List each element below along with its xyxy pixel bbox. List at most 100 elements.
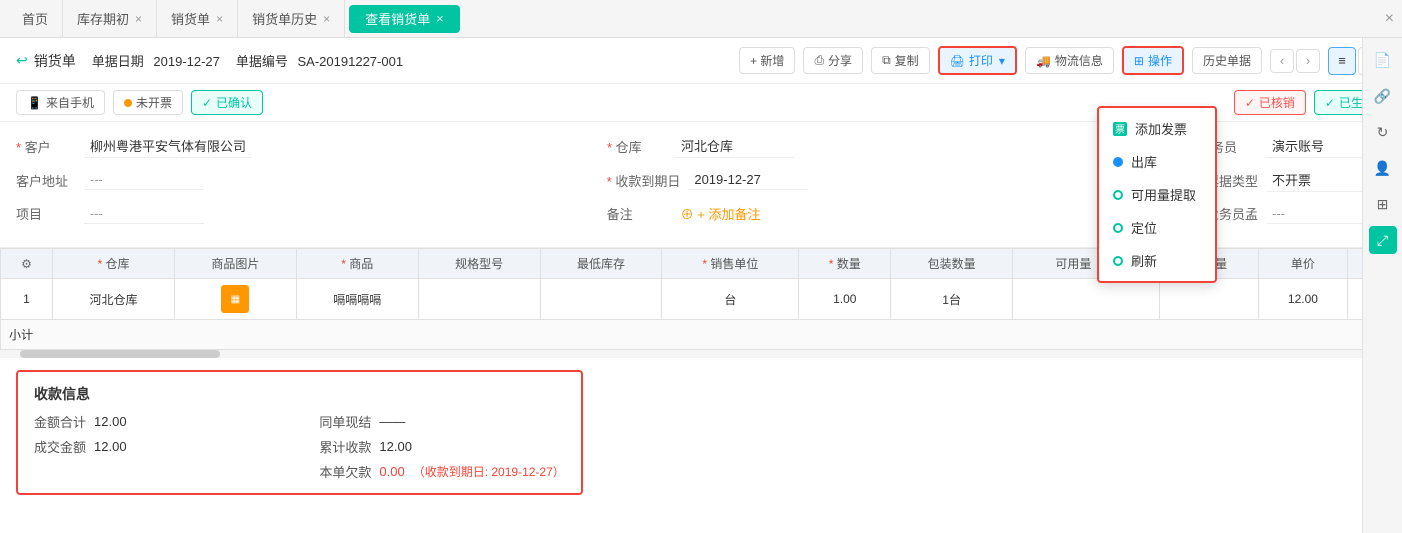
tab-home[interactable]: 首页 <box>8 0 63 38</box>
sales-staff-field: 业务员孟 --- <box>1197 204 1386 224</box>
row-index: 1 <box>1 279 53 320</box>
col-gear[interactable]: ⚙ <box>1 249 53 279</box>
sidebar-file-icon[interactable]: 📄 <box>1369 46 1397 74</box>
out-warehouse-icon <box>1113 157 1123 167</box>
from-phone-button[interactable]: 📱 来自手机 <box>16 90 105 115</box>
due-date-value[interactable]: 2019-12-27 <box>688 170 808 190</box>
tab-inventory-init-close[interactable]: × <box>135 12 142 26</box>
list-view-button[interactable]: ≡ <box>1328 47 1356 75</box>
row-price: 12.00 <box>1259 279 1347 320</box>
copy-icon: ⧉ <box>882 53 891 68</box>
tab-inventory-init-label: 库存期初 <box>77 9 129 28</box>
tab-sales-order-close[interactable]: × <box>216 12 223 26</box>
menu-available-pickup[interactable]: 可用量提取 <box>1099 178 1215 211</box>
project-value[interactable]: --- <box>84 204 204 224</box>
operation-dropdown: 票 添加发票 出库 可用量提取 定位 刷新 <box>1097 106 1217 283</box>
scrollbar-thumb[interactable] <box>20 350 220 358</box>
nav-arrows: ‹ › <box>1270 49 1320 73</box>
refresh-label: 刷新 <box>1131 251 1157 270</box>
share-button[interactable]: ⎙ 分享 <box>803 47 863 74</box>
payment-transaction-row: 成交金额 12.00 <box>34 437 279 456</box>
history-button[interactable]: 历史单据 <box>1192 47 1262 74</box>
logistics-icon: 🚚 <box>1036 54 1051 68</box>
phone-icon: 📱 <box>27 96 42 110</box>
from-phone-label: 来自手机 <box>46 94 94 111</box>
available-pickup-icon <box>1113 190 1123 200</box>
sidebar-link-icon[interactable]: 🔗 <box>1369 82 1397 110</box>
tab-check-sales-close[interactable]: × <box>436 11 444 26</box>
sidebar-user-icon[interactable]: 👤 <box>1369 154 1397 182</box>
doc-date-value: 2019-12-27 <box>153 54 220 69</box>
sidebar-rotate-icon[interactable]: ↻ <box>1369 118 1397 146</box>
tab-sales-history-close[interactable]: × <box>323 12 330 26</box>
payment-grid: 金额合计 12.00 同单现结 —— 成交金额 12.00 累计收款 12.00 <box>34 412 565 481</box>
share-icon: ⎙ <box>814 53 824 68</box>
menu-locate[interactable]: 定位 <box>1099 211 1215 244</box>
note-add-label: + 添加备注 <box>697 207 760 222</box>
print-label: 打印 <box>969 52 993 69</box>
warehouse-value[interactable]: 河北仓库 <box>675 134 795 158</box>
table-row: 1 河北仓库 ▦ 嗝嗝嗝嗝 台 1.00 1台 12.00 <box>1 279 1402 320</box>
warehouse-label: 仓库 <box>607 137 667 156</box>
menu-refresh[interactable]: 刷新 <box>1099 244 1215 277</box>
refresh-icon <box>1113 256 1123 266</box>
horizontal-scrollbar[interactable] <box>0 350 1402 358</box>
payment-box: 收款信息 金额合计 12.00 同单现结 —— 成交金额 12.00 <box>16 370 583 495</box>
col-spec: 规格型号 <box>418 249 540 279</box>
doc-header: ↩ 销货单 单据日期 2019-12-27 单据编号 SA-20191227-0… <box>0 38 1402 84</box>
tab-check-sales[interactable]: 查看销货单 × <box>349 5 460 33</box>
doc-actions: + 新增 ⎙ 分享 ⧉ 复制 🖨 打印 ▾ 🚚 物流信息 <box>739 46 1386 75</box>
row-available <box>1013 279 1160 320</box>
confirmed-badge: ✓ 已确认 <box>191 90 263 115</box>
customer-label: 客户 <box>16 137 76 156</box>
row-product: 嗝嗝嗝嗝 <box>296 279 418 320</box>
tab-inventory-init[interactable]: 库存期初 × <box>63 0 157 38</box>
address-field: 客户地址 --- <box>16 170 607 190</box>
sold-badge: ✓ 已核销 <box>1234 90 1306 115</box>
operation-icon: ⊞ <box>1134 54 1144 68</box>
sidebar-table-icon[interactable]: ⊞ <box>1369 190 1397 218</box>
logistics-label: 物流信息 <box>1055 52 1103 69</box>
row-spec <box>418 279 540 320</box>
tab-sales-history-label: 销货单历史 <box>252 9 317 28</box>
tab-sales-order[interactable]: 销货单 × <box>157 0 238 38</box>
window-close-button[interactable]: × <box>1385 10 1394 28</box>
sidebar-expand-icon[interactable]: ⤢ <box>1369 226 1397 254</box>
note-add-button[interactable]: ⊕ + 添加备注 <box>675 202 795 225</box>
logistics-button[interactable]: 🚚 物流信息 <box>1025 47 1114 74</box>
menu-out-warehouse[interactable]: 出库 <box>1099 145 1215 178</box>
project-field: 项目 --- <box>16 204 607 224</box>
copy-button[interactable]: ⧉ 复制 <box>871 47 930 74</box>
operation-button[interactable]: ⊞ 操作 <box>1122 46 1184 75</box>
tab-sales-history[interactable]: 销货单历史 × <box>238 0 345 38</box>
doc-number-field: 单据编号 SA-20191227-001 <box>236 51 403 70</box>
doc-meta: 单据日期 2019-12-27 单据编号 SA-20191227-001 <box>92 51 723 70</box>
product-image: ▦ <box>221 285 249 313</box>
project-label: 项目 <box>16 204 76 223</box>
payment-same-order-label: 同单现结 <box>319 412 371 431</box>
row-pack-qty: 1台 <box>891 279 1013 320</box>
payment-section: 收款信息 金额合计 12.00 同单现结 —— 成交金额 12.00 <box>0 358 1402 503</box>
not-open-button[interactable]: 未开票 <box>113 90 183 115</box>
print-button[interactable]: 🖨 打印 ▾ <box>938 46 1017 75</box>
address-value[interactable]: --- <box>84 170 204 190</box>
doc-type-label: 销货单 <box>34 51 76 71</box>
tab-sales-order-label: 销货单 <box>171 9 210 28</box>
prev-arrow[interactable]: ‹ <box>1270 49 1294 73</box>
customer-value[interactable]: 柳州粤港平安气体有限公司 <box>84 134 252 158</box>
check-icon: ✓ <box>202 96 212 110</box>
new-button[interactable]: + 新增 <box>739 47 795 74</box>
not-open-label: 未开票 <box>136 94 172 111</box>
payment-owe-row: 本单欠款 0.00 （收款到期日: 2019-12-27） <box>319 462 564 481</box>
print-icon: 🖨 <box>950 54 965 68</box>
due-date-label: 收款到期日 <box>607 171 681 190</box>
payment-total-label: 金额合计 <box>34 412 86 431</box>
payment-same-order-row: 同单现结 —— <box>319 412 564 431</box>
staff-field: 业务员 演示账号 <box>1198 134 1386 158</box>
row-min-stock <box>540 279 662 320</box>
col-product-img: 商品图片 <box>174 249 296 279</box>
menu-add-invoice[interactable]: 票 添加发票 <box>1099 112 1215 145</box>
next-arrow[interactable]: › <box>1296 49 1320 73</box>
payment-transaction-label: 成交金额 <box>34 437 86 456</box>
note-add-icon: ⊕ <box>681 207 694 222</box>
